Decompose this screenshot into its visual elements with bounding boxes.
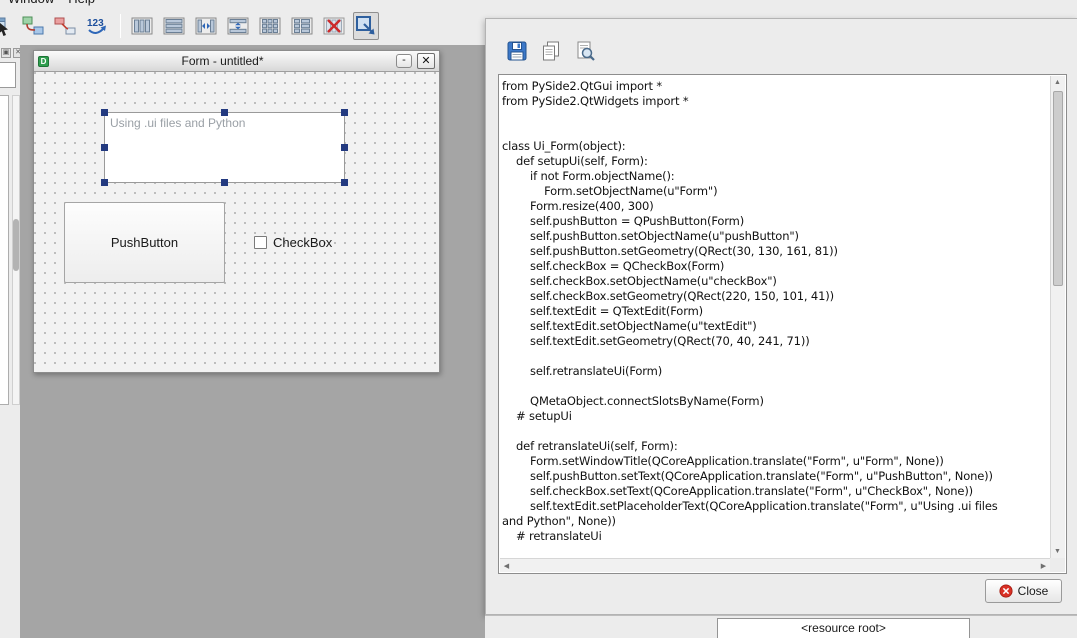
edit-widgets-icon <box>0 15 12 37</box>
qt-designer-window: Window Help <box>0 0 1077 638</box>
menu-help[interactable]: Help <box>68 0 95 6</box>
lay-out-in-form-layout-button[interactable] <box>289 12 315 40</box>
textedit-widget[interactable]: Using .ui files and Python <box>104 112 345 183</box>
horizontal-scrollbar[interactable]: ◀ ▶ <box>500 558 1050 572</box>
lay-out-vertically-button[interactable] <box>161 12 187 40</box>
save-button[interactable] <box>504 38 530 64</box>
edit-signals-slots-button[interactable] <box>20 12 46 40</box>
selection-handle-top-left[interactable] <box>101 109 108 116</box>
checkbox-label: CheckBox <box>273 235 332 250</box>
edit-widgets-button[interactable] <box>0 12 14 40</box>
lay-out-in-grid-button[interactable] <box>257 12 283 40</box>
lay-out-in-grid-icon <box>259 15 281 37</box>
pushbutton-widget[interactable]: PushButton <box>64 202 225 283</box>
selection-handle-bottom-middle[interactable] <box>221 179 228 186</box>
form-designer-window: D Form - untitled* - ✕ Using .ui files a… <box>33 50 440 373</box>
find-button[interactable] <box>572 38 598 64</box>
widget-filter-input[interactable] <box>0 62 16 88</box>
lay-out-horizontally-in-splitter-button[interactable] <box>193 12 219 40</box>
form-window-icon: D <box>38 56 49 67</box>
widget-box-panel-fragment: ▣ ✕ <box>0 45 20 638</box>
minimize-button[interactable]: - <box>396 54 412 68</box>
lay-out-vertically-in-splitter-icon <box>227 15 249 37</box>
form-window-title: Form - untitled* <box>49 54 396 68</box>
checkbox-widget[interactable]: CheckBox <box>254 222 355 263</box>
lay-out-horizontally-button[interactable] <box>129 12 155 40</box>
selection-handle-bottom-left[interactable] <box>101 179 108 186</box>
selection-handle-top-right[interactable] <box>341 109 348 116</box>
edit-buddies-icon <box>54 15 76 37</box>
selection-handle-middle-left[interactable] <box>101 144 108 151</box>
resource-root-item[interactable]: <resource root> <box>801 621 886 635</box>
dock-float-icon[interactable]: ▣ <box>1 48 11 58</box>
code-text: from PySide2.QtGui import * from PySide2… <box>502 79 1049 557</box>
form-window-titlebar[interactable]: D Form - untitled* - ✕ <box>34 51 439 72</box>
close-button[interactable]: ✕ <box>417 53 435 69</box>
save-icon <box>506 40 528 62</box>
close-circle-icon <box>999 584 1013 598</box>
edit-tab-order-icon: 123 <box>86 15 108 37</box>
form-canvas[interactable]: Using .ui files and Python PushButton Ch… <box>34 72 439 372</box>
break-layout-icon <box>323 15 345 37</box>
lay-out-horizontally-in-splitter-icon <box>195 15 217 37</box>
scroll-right-icon[interactable]: ▶ <box>1037 559 1050 572</box>
resource-tree: <resource root> <box>717 618 970 638</box>
mdi-area: D Form - untitled* - ✕ Using .ui files a… <box>20 45 485 638</box>
scrollbar-corner <box>1050 558 1065 572</box>
scroll-left-icon[interactable]: ◀ <box>500 559 513 572</box>
close-button-label: Close <box>1018 584 1049 598</box>
scrollbar-thumb[interactable] <box>13 219 19 271</box>
scroll-down-icon[interactable]: ▼ <box>1051 545 1064 558</box>
lay-out-vertically-in-splitter-button[interactable] <box>225 12 251 40</box>
scrollbar-thumb[interactable] <box>1053 91 1063 286</box>
vertical-scrollbar[interactable]: ▲ ▼ <box>1050 76 1065 558</box>
resource-browser-fragment: <resource root> <box>485 615 1077 638</box>
menubar: Window Help <box>0 0 1077 7</box>
dialog-close-button[interactable]: Close <box>985 579 1062 603</box>
lay-out-vertically-icon <box>163 15 185 37</box>
widget-list[interactable] <box>0 95 9 405</box>
copy-button[interactable] <box>538 38 564 64</box>
lay-out-horizontally-icon <box>131 15 153 37</box>
selection-handle-middle-right[interactable] <box>341 144 348 151</box>
break-layout-button[interactable] <box>321 12 347 40</box>
edit-buddies-button[interactable] <box>52 12 78 40</box>
selection-handle-bottom-right[interactable] <box>341 179 348 186</box>
widget-list-scrollbar[interactable] <box>12 95 20 405</box>
edit-signals-slots-icon <box>22 15 44 37</box>
toolbar-separator <box>120 14 121 38</box>
lay-out-in-form-layout-icon <box>291 15 313 37</box>
edit-tab-order-button[interactable]: 123 <box>84 12 110 40</box>
menu-window[interactable]: Window <box>8 0 54 6</box>
scroll-up-icon[interactable]: ▲ <box>1051 76 1064 89</box>
textedit-placeholder: Using .ui files and Python <box>110 116 245 130</box>
adjust-size-icon <box>355 15 377 37</box>
code-dialog-toolbar <box>504 38 598 64</box>
checkbox-indicator[interactable] <box>254 236 267 249</box>
copy-icon <box>540 40 562 62</box>
find-icon <box>574 40 596 62</box>
code-view[interactable]: from PySide2.QtGui import * from PySide2… <box>498 74 1067 574</box>
adjust-size-button[interactable] <box>353 12 379 40</box>
code-preview-dialog: from PySide2.QtGui import * from PySide2… <box>485 18 1077 615</box>
selection-handle-top-middle[interactable] <box>221 109 228 116</box>
